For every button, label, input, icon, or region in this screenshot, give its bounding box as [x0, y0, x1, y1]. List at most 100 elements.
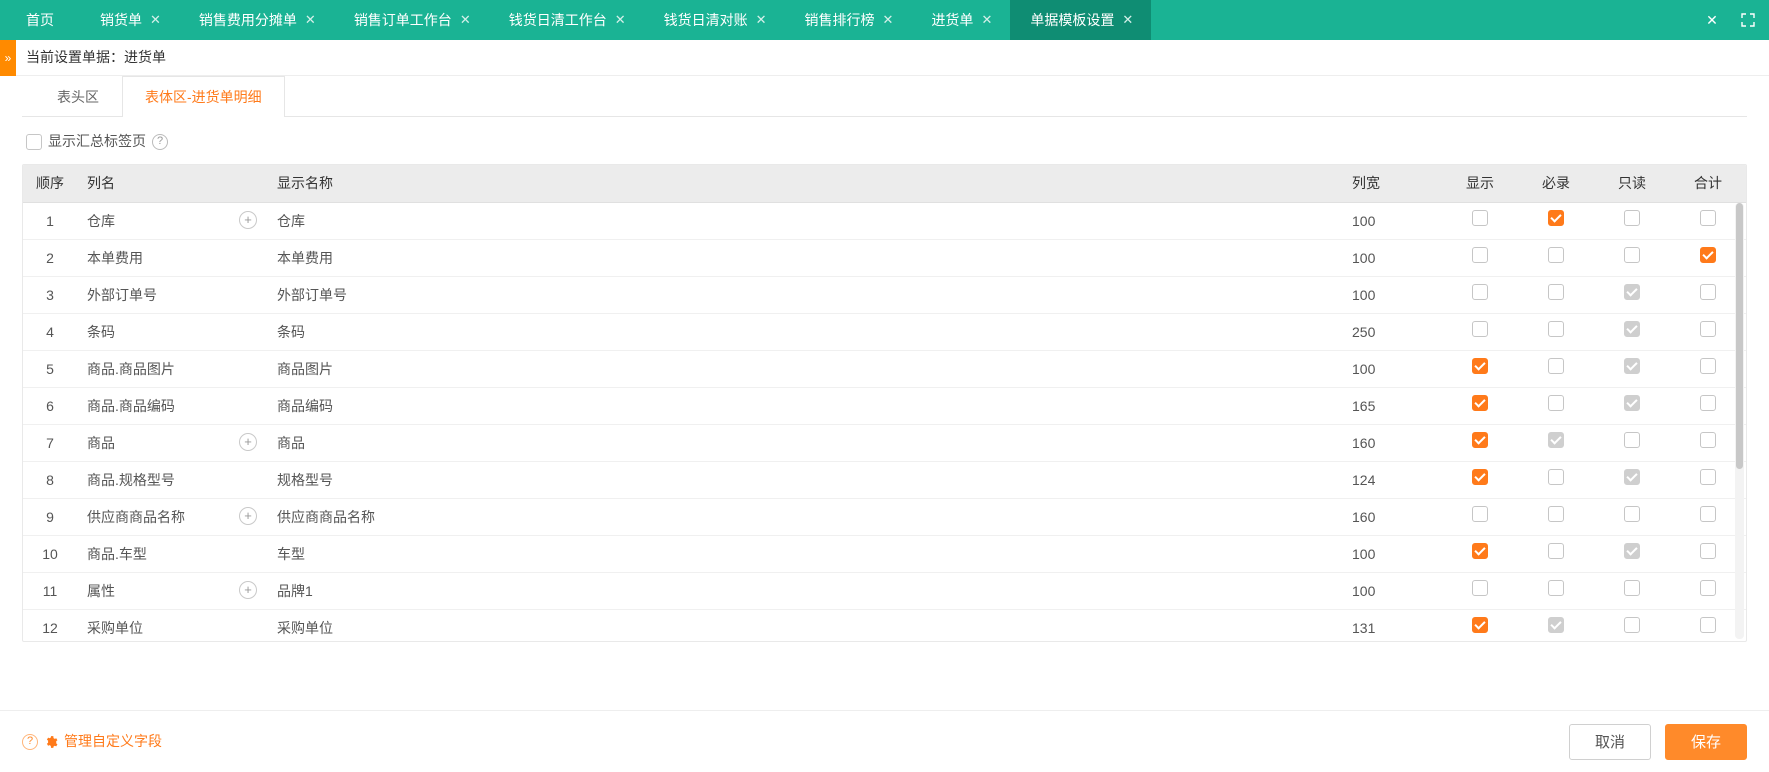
- th-sum[interactable]: 合计: [1670, 165, 1746, 203]
- tab-5[interactable]: 钱货日清对账✕: [644, 0, 785, 40]
- ro-checkbox[interactable]: [1624, 210, 1640, 226]
- th-w[interactable]: 列宽: [1342, 165, 1442, 203]
- req-checkbox[interactable]: [1548, 321, 1564, 337]
- table-row[interactable]: 2本单费用本单费用100: [23, 240, 1746, 277]
- th-ro[interactable]: 只读: [1594, 165, 1670, 203]
- table-row[interactable]: 4条码条码250: [23, 314, 1746, 351]
- cell-disp[interactable]: 供应商商品名称: [267, 499, 1342, 536]
- cell-disp[interactable]: 车型: [267, 536, 1342, 573]
- req-checkbox[interactable]: [1548, 247, 1564, 263]
- show-checkbox[interactable]: [1472, 358, 1488, 374]
- th-name[interactable]: 列名: [77, 165, 267, 203]
- cell-width[interactable]: 160: [1342, 499, 1442, 536]
- tab-close-icon[interactable]: ✕: [615, 10, 626, 30]
- req-checkbox[interactable]: [1548, 284, 1564, 300]
- req-checkbox[interactable]: [1548, 395, 1564, 411]
- tab-close-icon[interactable]: ✕: [883, 10, 894, 30]
- tab-4[interactable]: 钱货日清工作台✕: [489, 0, 644, 40]
- th-req[interactable]: 必录: [1518, 165, 1594, 203]
- tab-close-icon[interactable]: ✕: [305, 10, 316, 30]
- tab-2[interactable]: 销售费用分摊单✕: [179, 0, 334, 40]
- cell-disp[interactable]: 仓库: [267, 203, 1342, 240]
- section-tab-0[interactable]: 表头区: [34, 76, 122, 117]
- req-checkbox[interactable]: [1548, 580, 1564, 596]
- sum-checkbox[interactable]: [1700, 284, 1716, 300]
- table-row[interactable]: 3外部订单号外部订单号100: [23, 277, 1746, 314]
- cell-width[interactable]: 250: [1342, 314, 1442, 351]
- cell-disp[interactable]: 商品图片: [267, 351, 1342, 388]
- tab-close-icon[interactable]: ✕: [150, 10, 161, 30]
- th-seq[interactable]: 顺序: [23, 165, 77, 203]
- scrollbar[interactable]: [1735, 203, 1744, 639]
- cell-width[interactable]: 100: [1342, 351, 1442, 388]
- ro-checkbox[interactable]: [1624, 432, 1640, 448]
- add-icon[interactable]: +: [239, 211, 257, 229]
- sum-checkbox[interactable]: [1700, 506, 1716, 522]
- add-icon[interactable]: +: [239, 581, 257, 599]
- cell-width[interactable]: 124: [1342, 462, 1442, 499]
- fullscreen-icon[interactable]: [1741, 13, 1755, 27]
- table-row[interactable]: 8商品.规格型号规格型号124: [23, 462, 1746, 499]
- table-row[interactable]: 5商品.商品图片商品图片100: [23, 351, 1746, 388]
- show-checkbox[interactable]: [1472, 469, 1488, 485]
- cell-width[interactable]: 100: [1342, 536, 1442, 573]
- cancel-button[interactable]: 取消: [1569, 724, 1651, 760]
- ro-checkbox[interactable]: [1624, 506, 1640, 522]
- sum-checkbox[interactable]: [1700, 321, 1716, 337]
- cell-disp[interactable]: 采购单位: [267, 610, 1342, 642]
- close-tab-icon[interactable]: [1701, 9, 1723, 31]
- cell-width[interactable]: 100: [1342, 573, 1442, 610]
- cell-disp[interactable]: 品牌1: [267, 573, 1342, 610]
- show-summary-checkbox[interactable]: [26, 134, 42, 150]
- req-checkbox[interactable]: [1548, 358, 1564, 374]
- show-checkbox[interactable]: [1472, 247, 1488, 263]
- table-row[interactable]: 10商品.车型车型100: [23, 536, 1746, 573]
- ro-checkbox[interactable]: [1624, 580, 1640, 596]
- cell-disp[interactable]: 本单费用: [267, 240, 1342, 277]
- cell-width[interactable]: 100: [1342, 277, 1442, 314]
- table-row[interactable]: 9供应商商品名称+供应商商品名称160: [23, 499, 1746, 536]
- th-show[interactable]: 显示: [1442, 165, 1518, 203]
- show-checkbox[interactable]: [1472, 284, 1488, 300]
- sum-checkbox[interactable]: [1700, 247, 1716, 263]
- table-row[interactable]: 6商品.商品编码商品编码165: [23, 388, 1746, 425]
- cell-disp[interactable]: 条码: [267, 314, 1342, 351]
- tab-close-icon[interactable]: ✕: [1122, 10, 1133, 30]
- sum-checkbox[interactable]: [1700, 543, 1716, 559]
- footer-help-icon[interactable]: ?: [22, 734, 38, 750]
- show-checkbox[interactable]: [1472, 506, 1488, 522]
- cell-disp[interactable]: 商品: [267, 425, 1342, 462]
- table-row[interactable]: 7商品+商品160: [23, 425, 1746, 462]
- tab-6[interactable]: 销售排行榜✕: [785, 0, 912, 40]
- tab-close-icon[interactable]: ✕: [981, 10, 992, 30]
- section-tab-1[interactable]: 表体区-进货单明细: [122, 76, 285, 117]
- cell-width[interactable]: 160: [1342, 425, 1442, 462]
- tab-0[interactable]: 首页: [0, 0, 80, 40]
- add-icon[interactable]: +: [239, 507, 257, 525]
- tab-1[interactable]: 销货单✕: [80, 0, 179, 40]
- req-checkbox[interactable]: [1548, 469, 1564, 485]
- sum-checkbox[interactable]: [1700, 469, 1716, 485]
- show-checkbox[interactable]: [1472, 395, 1488, 411]
- req-checkbox[interactable]: [1548, 210, 1564, 226]
- manage-custom-fields-link[interactable]: 管理自定义字段: [64, 731, 162, 752]
- cell-width[interactable]: 165: [1342, 388, 1442, 425]
- cell-width[interactable]: 100: [1342, 203, 1442, 240]
- table-row[interactable]: 1仓库+仓库100: [23, 203, 1746, 240]
- show-checkbox[interactable]: [1472, 432, 1488, 448]
- table-row[interactable]: 12采购单位采购单位131: [23, 610, 1746, 642]
- tab-close-icon[interactable]: ✕: [460, 10, 471, 30]
- sum-checkbox[interactable]: [1700, 432, 1716, 448]
- cell-width[interactable]: 100: [1342, 240, 1442, 277]
- tab-close-icon[interactable]: ✕: [756, 10, 767, 30]
- show-checkbox[interactable]: [1472, 321, 1488, 337]
- show-checkbox[interactable]: [1472, 617, 1488, 633]
- cell-disp[interactable]: 规格型号: [267, 462, 1342, 499]
- show-checkbox[interactable]: [1472, 543, 1488, 559]
- sum-checkbox[interactable]: [1700, 617, 1716, 633]
- table-row[interactable]: 11属性+品牌1100: [23, 573, 1746, 610]
- sum-checkbox[interactable]: [1700, 580, 1716, 596]
- help-icon[interactable]: ?: [152, 134, 168, 150]
- ro-checkbox[interactable]: [1624, 247, 1640, 263]
- show-checkbox[interactable]: [1472, 210, 1488, 226]
